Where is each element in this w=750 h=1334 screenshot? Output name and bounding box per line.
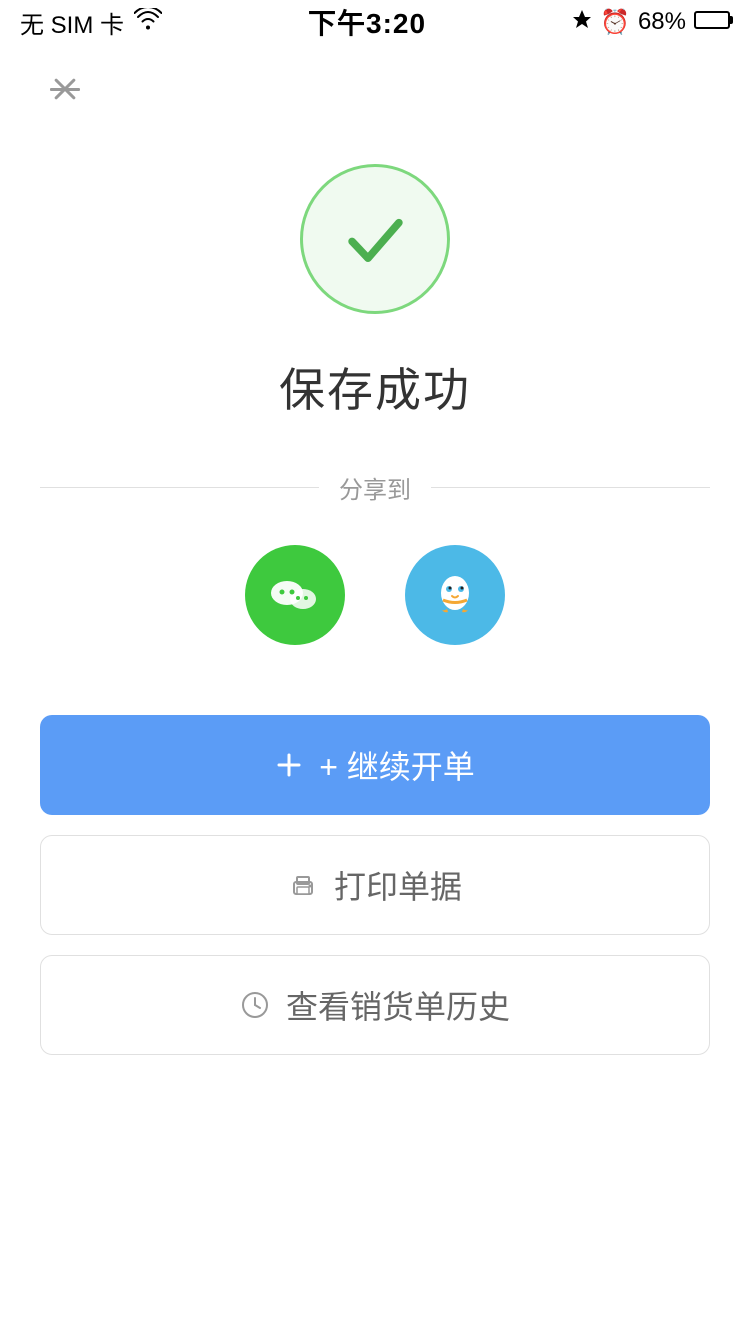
share-label: 分享到 xyxy=(339,470,411,505)
printer-icon xyxy=(288,870,318,900)
print-label: 打印单据 xyxy=(334,862,462,908)
print-button[interactable]: 打印单据 xyxy=(40,835,710,935)
continue-label: + 继续开单 xyxy=(319,742,475,788)
status-right: ⏰ 68% xyxy=(572,8,730,37)
close-button-area xyxy=(40,64,710,114)
battery-icon xyxy=(694,8,730,36)
status-left: 无 SIM 卡 xyxy=(20,5,162,40)
divider-line-right xyxy=(431,487,710,488)
share-divider: 分享到 xyxy=(40,470,710,505)
battery-text: 68% xyxy=(638,8,686,36)
share-buttons-container xyxy=(245,545,505,645)
history-button[interactable]: 查看销货单历史 xyxy=(40,955,710,1055)
alarm-icon: ⏰ xyxy=(600,8,630,37)
main-content: 保存成功 分享到 xyxy=(0,44,750,1334)
location-icon xyxy=(572,8,592,36)
success-title: 保存成功 xyxy=(279,354,471,420)
status-bar: 无 SIM 卡 下午3:20 ⏰ 68% xyxy=(0,0,750,44)
divider-line-left xyxy=(40,487,319,488)
share-wechat-button[interactable] xyxy=(245,545,345,645)
success-icon-container xyxy=(300,164,450,314)
qq-icon xyxy=(425,565,485,625)
history-label: 查看销货单历史 xyxy=(286,982,510,1028)
continue-button[interactable]: + 继续开单 xyxy=(40,715,710,815)
sim-text: 无 SIM 卡 xyxy=(20,5,124,40)
wifi-icon xyxy=(134,8,162,37)
clock-icon xyxy=(240,990,270,1020)
share-qq-button[interactable] xyxy=(405,545,505,645)
status-time: 下午3:20 xyxy=(308,2,426,42)
checkmark-icon xyxy=(338,202,413,277)
wechat-icon xyxy=(265,565,325,625)
plus-icon xyxy=(275,751,303,779)
action-buttons-container: + 继续开单 打印单据 查看销 xyxy=(40,715,710,1055)
close-button[interactable] xyxy=(40,64,90,114)
